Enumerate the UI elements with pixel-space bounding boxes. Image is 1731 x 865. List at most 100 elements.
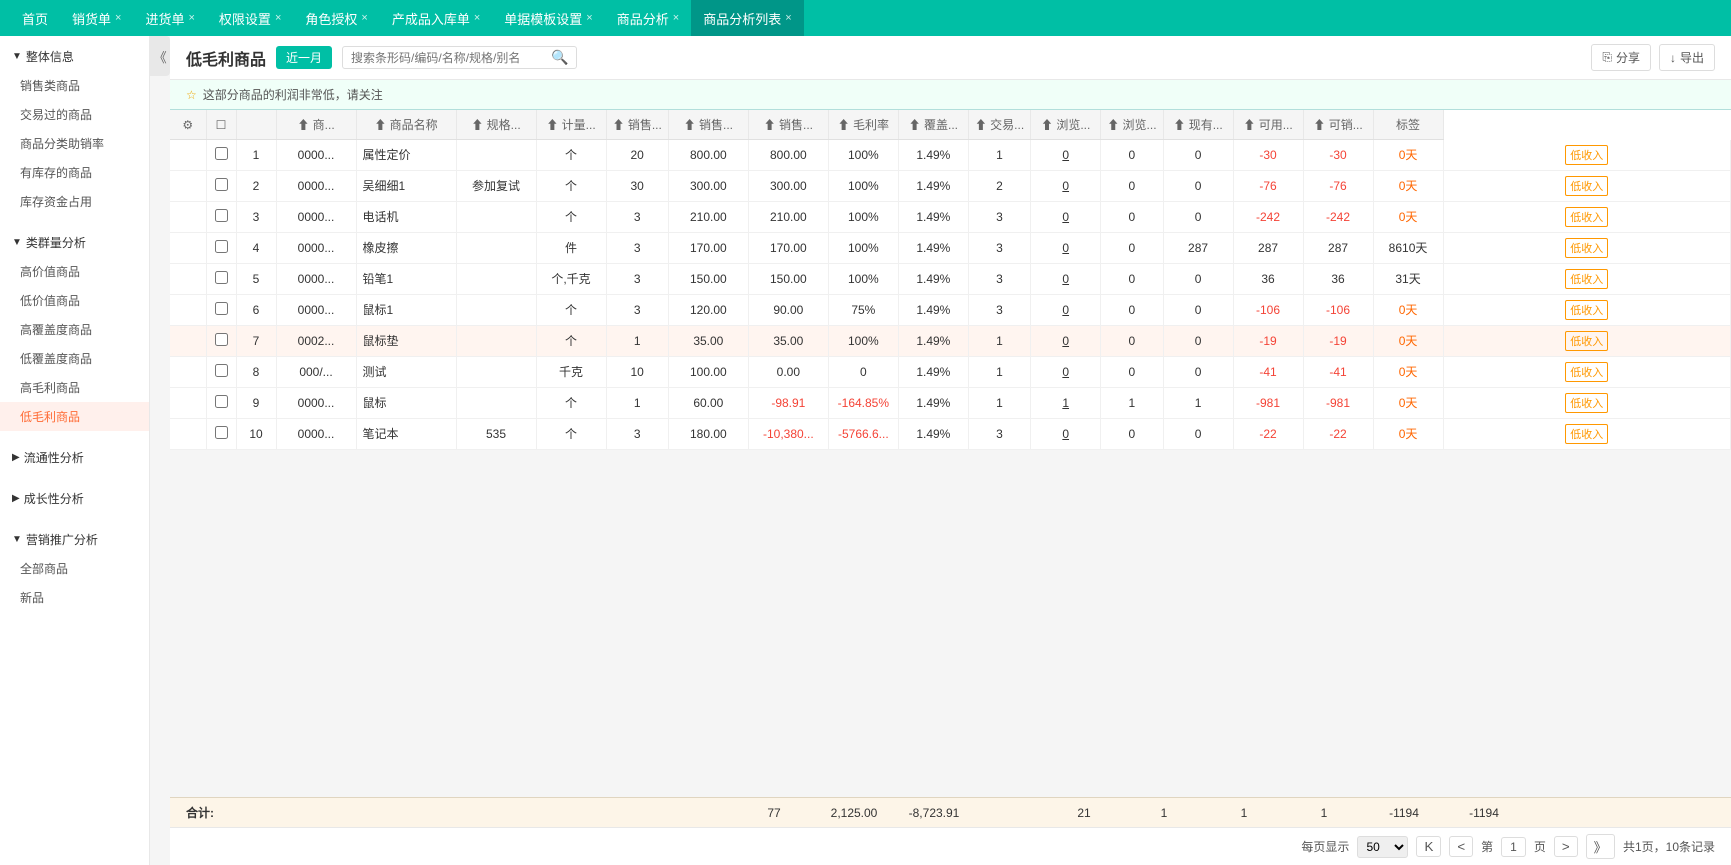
tag-badge: 低收入 [1565,300,1608,320]
sidebar-item-low-margin[interactable]: 低毛利商品 [0,402,149,431]
row-checkbox[interactable] [206,294,236,325]
row-trade[interactable]: 0 [1031,140,1101,171]
sidebar-item-traded-goods[interactable]: 交易过的商品 [0,100,149,129]
row-trade[interactable]: 1 [1031,387,1101,418]
row-checkbox[interactable] [206,356,236,387]
sidebar-item-instock[interactable]: 有库存的商品 [0,158,149,187]
row-profit: 100% [828,170,898,201]
col-browse1[interactable]: ⬆ 浏览... [1031,110,1101,140]
nav-permission[interactable]: 权限设置 × [207,0,293,36]
arrow-icon2: ▼ [12,237,22,248]
prev-page-button[interactable]: < [1449,836,1473,857]
sidebar-item-low-coverage[interactable]: 低覆盖度商品 [0,344,149,373]
col-days[interactable]: ⬆ 可销... [1303,110,1373,140]
row-profit: 100% [828,232,898,263]
row-checkbox[interactable] [206,232,236,263]
nav-purchase[interactable]: 进货单 × [133,0,206,36]
sidebar-item-all-goods[interactable]: 全部商品 [0,554,149,583]
col-stock[interactable]: ⬆ 现有... [1163,110,1233,140]
row-avail: -41 [1303,356,1373,387]
row-trade[interactable]: 0 [1031,170,1101,201]
sidebar-collapse-button[interactable]: 《 [150,36,170,76]
col-margin[interactable]: ⬆ 毛利率 [828,110,898,140]
nav-analysis-list[interactable]: 商品分析列表 × [691,0,803,36]
sidebar-item-low-value[interactable]: 低价值商品 [0,286,149,315]
row-checkbox[interactable] [206,263,236,294]
row-browse1: 0 [1101,140,1163,171]
share-button[interactable]: ⎘ 分享 [1591,44,1651,71]
nav-home[interactable]: 首页 [10,0,60,36]
col-code[interactable]: ⬆ 商... [276,110,356,140]
search-box: 🔍 [342,46,577,69]
date-filter-button[interactable]: 近一月 [276,46,332,69]
row-trade[interactable]: 0 [1031,263,1101,294]
nav-sales-close[interactable]: × [115,12,121,24]
row-checkbox[interactable] [206,325,236,356]
row-no: 5 [236,263,276,294]
row-trade[interactable]: 0 [1031,325,1101,356]
nav-analysis[interactable]: 商品分析 × [605,0,691,36]
col-settings[interactable]: ⚙ [170,110,206,140]
nav-analysis-list-close[interactable]: × [785,12,791,24]
first-page-button[interactable]: K [1416,836,1441,857]
nav-purchase-close[interactable]: × [188,12,194,24]
row-no: 9 [236,387,276,418]
row-code: 0000... [276,418,356,449]
sidebar-section-marketing-header[interactable]: ▼ 营销推广分析 [0,525,149,554]
sidebar-item-high-coverage[interactable]: 高覆盖度商品 [0,315,149,344]
row-checkbox[interactable] [206,170,236,201]
col-sales[interactable]: ⬆ 销售... [748,110,828,140]
nav-template-close[interactable]: × [586,12,592,24]
col-coverage[interactable]: ⬆ 覆盖... [898,110,968,140]
nav-product-entry[interactable]: 产成品入库单 × [380,0,492,36]
row-settings [170,232,206,263]
nav-template[interactable]: 单据模板设置 × [492,0,604,36]
row-trade[interactable]: 0 [1031,418,1101,449]
col-price[interactable]: ⬆ 销售... [668,110,748,140]
row-qty: 1 [606,325,668,356]
row-avail: -22 [1303,418,1373,449]
row-trade[interactable]: 0 [1031,201,1101,232]
nav-role[interactable]: 角色授权 × [293,0,379,36]
footer-cells: 77 2,125.00 -8,723.91 21 1 1 1 -1194 -11… [234,806,1715,820]
row-name: 测试 [356,356,456,387]
next-page-button[interactable]: > [1554,836,1578,857]
row-trade[interactable]: 0 [1031,356,1101,387]
sidebar-item-high-value[interactable]: 高价值商品 [0,257,149,286]
row-checkbox[interactable] [206,418,236,449]
row-stock: -242 [1233,201,1303,232]
search-icon[interactable]: 🔍 [551,49,568,66]
nav-product-entry-close[interactable]: × [474,12,480,24]
sidebar-section-group-header[interactable]: ▼ 类群量分析 [0,228,149,257]
sidebar-item-new-goods[interactable]: 新品 [0,583,149,612]
per-page-select[interactable]: 50 100 200 [1357,836,1408,858]
col-avail[interactable]: ⬆ 可用... [1233,110,1303,140]
sidebar-section-overview-header[interactable]: ▼ 整体信息 [0,42,149,71]
nav-role-close[interactable]: × [361,12,367,24]
sidebar-item-sales-goods[interactable]: 销售类商品 [0,71,149,100]
nav-sales[interactable]: 销货单 × [60,0,133,36]
export-button[interactable]: ↓ 导出 [1659,44,1715,71]
col-checkbox[interactable]: ☐ [206,110,236,140]
row-checkbox[interactable] [206,201,236,232]
sidebar-section-growth-header[interactable]: ▶ 成长性分析 [0,484,149,513]
col-qty[interactable]: ⬆ 销售... [606,110,668,140]
row-trade[interactable]: 0 [1031,232,1101,263]
col-trade[interactable]: ⬆ 交易... [968,110,1030,140]
row-checkbox[interactable] [206,140,236,171]
sidebar-item-capital[interactable]: 库存资金占用 [0,187,149,216]
search-input[interactable] [351,51,551,65]
col-unit[interactable]: ⬆ 计量... [536,110,606,140]
col-name[interactable]: ⬆ 商品名称 [356,110,456,140]
nav-analysis-close[interactable]: × [673,12,679,24]
col-browse2[interactable]: ⬆ 浏览... [1101,110,1163,140]
row-checkbox[interactable] [206,387,236,418]
sidebar-item-high-margin[interactable]: 高毛利商品 [0,373,149,402]
row-trade[interactable]: 0 [1031,294,1101,325]
last-page-button[interactable]: 》 [1586,834,1615,859]
col-spec[interactable]: ⬆ 规格... [456,110,536,140]
nav-permission-close[interactable]: × [275,12,281,24]
sidebar-item-category-rate[interactable]: 商品分类助销率 [0,129,149,158]
row-days: 0天 [1373,356,1443,387]
sidebar-section-flow-header[interactable]: ▶ 流通性分析 [0,443,149,472]
